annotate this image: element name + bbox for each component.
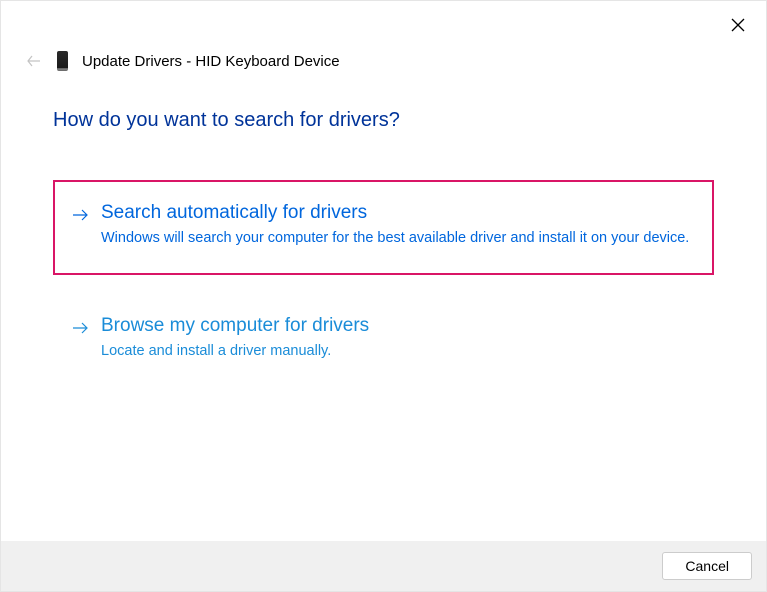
option-title: Search automatically for drivers	[101, 202, 696, 224]
option-browse-computer[interactable]: Browse my computer for drivers Locate an…	[53, 293, 714, 388]
option-search-automatically[interactable]: Search automatically for drivers Windows…	[53, 180, 714, 275]
dialog-title: Update Drivers - HID Keyboard Device	[82, 53, 340, 70]
option-text: Search automatically for drivers Windows…	[101, 202, 696, 249]
back-arrow-icon	[27, 55, 41, 67]
question-heading: How do you want to search for drivers?	[53, 109, 714, 132]
dialog-header: Update Drivers - HID Keyboard Device	[25, 51, 340, 71]
dialog-content: How do you want to search for drivers? S…	[53, 109, 714, 406]
option-description: Windows will search your computer for th…	[101, 228, 696, 249]
option-text: Browse my computer for drivers Locate an…	[101, 315, 696, 362]
close-button[interactable]	[728, 15, 748, 35]
option-description: Locate and install a driver manually.	[101, 341, 696, 362]
arrow-right-icon	[71, 206, 89, 224]
arrow-right-icon	[71, 319, 89, 337]
cancel-button[interactable]: Cancel	[662, 552, 752, 580]
device-icon	[57, 51, 68, 71]
back-button[interactable]	[25, 52, 43, 70]
option-title: Browse my computer for drivers	[101, 315, 696, 337]
dialog-footer: Cancel	[1, 541, 766, 591]
close-icon	[731, 18, 745, 32]
